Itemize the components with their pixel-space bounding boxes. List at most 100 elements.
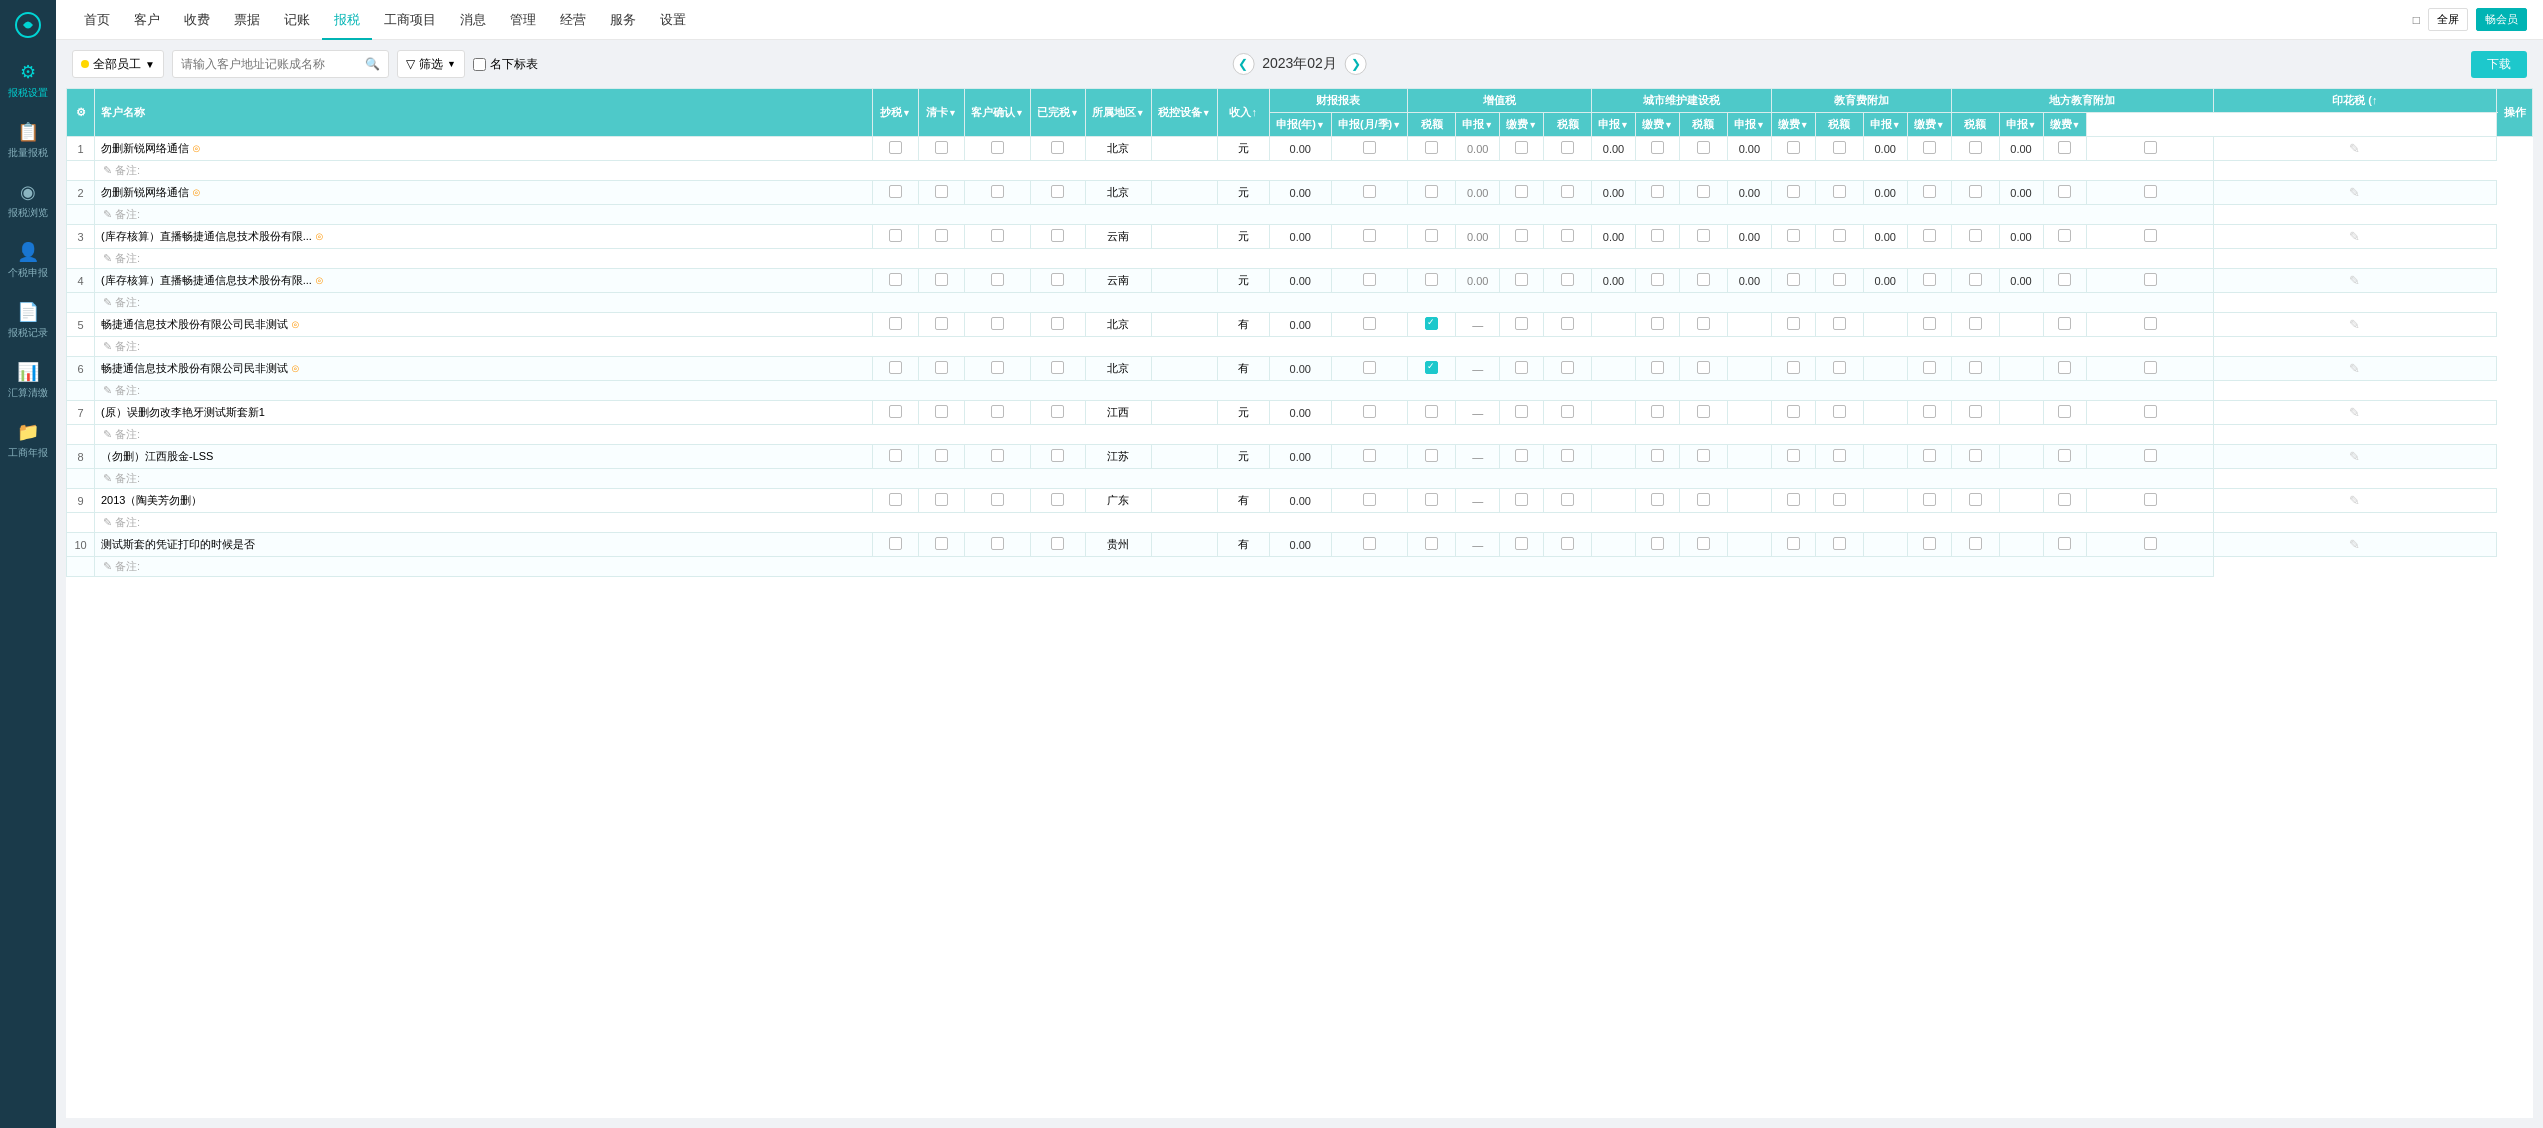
checkbox[interactable] [1833, 493, 1846, 506]
checkbox[interactable] [1833, 185, 1846, 198]
checkbox[interactable] [1787, 317, 1800, 330]
checkbox[interactable] [1969, 273, 1982, 286]
checkbox[interactable] [1697, 273, 1710, 286]
checkbox[interactable] [1363, 229, 1376, 242]
nav-invoice[interactable]: 票据 [222, 0, 272, 40]
checkbox[interactable] [1363, 141, 1376, 154]
checkbox[interactable] [1651, 405, 1664, 418]
nav-home[interactable]: 首页 [72, 0, 122, 40]
checkbox[interactable] [935, 185, 948, 198]
named-list-label[interactable]: 名下标表 [473, 56, 538, 73]
edit-icon[interactable]: ✎ [2349, 405, 2360, 420]
checkbox[interactable] [1363, 537, 1376, 550]
nav-messages[interactable]: 消息 [448, 0, 498, 40]
checkbox[interactable] [1051, 449, 1064, 462]
checkbox[interactable] [2058, 361, 2071, 374]
sidebar-item-summary[interactable]: 📊 汇算清缴 [0, 350, 56, 410]
checkbox[interactable] [1787, 185, 1800, 198]
sidebar-item-batch-tax[interactable]: 📋 批量报税 [0, 110, 56, 170]
checkbox[interactable] [1651, 537, 1664, 550]
sidebar-item-tax-view[interactable]: ◉ 报税浏览 [0, 170, 56, 230]
checkbox[interactable] [1515, 273, 1528, 286]
checkbox[interactable] [935, 141, 948, 154]
checkbox[interactable] [1923, 185, 1936, 198]
checkbox[interactable] [1561, 361, 1574, 374]
checkbox[interactable] [991, 229, 1004, 242]
checkbox[interactable] [1561, 229, 1574, 242]
checkbox[interactable] [991, 141, 1004, 154]
checkbox[interactable] [1833, 273, 1846, 286]
nav-bookkeeping[interactable]: 记账 [272, 0, 322, 40]
checkbox[interactable] [1923, 449, 1936, 462]
checkbox[interactable] [889, 449, 902, 462]
checkbox[interactable] [1051, 317, 1064, 330]
checkbox[interactable] [1515, 449, 1528, 462]
checkbox[interactable] [1425, 405, 1438, 418]
checkbox[interactable] [1697, 141, 1710, 154]
checkbox[interactable] [1651, 317, 1664, 330]
nav-tax[interactable]: 报税 [322, 0, 372, 40]
nav-billing[interactable]: 收费 [172, 0, 222, 40]
checkbox[interactable] [1651, 449, 1664, 462]
checkbox[interactable] [2144, 449, 2157, 462]
checkbox[interactable] [1051, 185, 1064, 198]
checkbox[interactable] [889, 537, 902, 550]
checkbox[interactable] [889, 141, 902, 154]
checkbox[interactable] [1697, 449, 1710, 462]
checkbox[interactable] [1425, 361, 1438, 374]
checkbox[interactable] [2058, 273, 2071, 286]
download-btn[interactable]: 下载 [2471, 51, 2527, 78]
edit-icon[interactable]: ✎ [2349, 449, 2360, 464]
checkbox[interactable] [1787, 537, 1800, 550]
edit-icon[interactable]: ✎ [2349, 229, 2360, 244]
checkbox[interactable] [1923, 229, 1936, 242]
checkbox[interactable] [1561, 317, 1574, 330]
checkbox[interactable] [1561, 141, 1574, 154]
next-month-btn[interactable]: ❯ [1345, 53, 1367, 75]
checkbox[interactable] [1425, 449, 1438, 462]
checkbox[interactable] [1923, 317, 1936, 330]
nav-settings[interactable]: 设置 [648, 0, 698, 40]
checkbox[interactable] [1515, 493, 1528, 506]
search-input[interactable] [181, 57, 361, 71]
checkbox[interactable] [991, 361, 1004, 374]
checkbox[interactable] [2144, 185, 2157, 198]
checkbox[interactable] [1051, 141, 1064, 154]
filter-button[interactable]: ▽ 筛选 ▼ [397, 50, 465, 78]
checkbox[interactable] [1515, 229, 1528, 242]
checkbox[interactable] [1833, 317, 1846, 330]
checkbox[interactable] [2058, 493, 2071, 506]
checkbox[interactable] [1969, 537, 1982, 550]
checkbox[interactable] [935, 493, 948, 506]
checkbox[interactable] [2144, 405, 2157, 418]
checkbox[interactable] [2144, 229, 2157, 242]
checkbox[interactable] [1363, 493, 1376, 506]
checkbox[interactable] [1425, 493, 1438, 506]
checkbox[interactable] [1651, 273, 1664, 286]
edit-icon[interactable]: ✎ [2349, 273, 2360, 288]
sidebar-item-tax-records[interactable]: 📄 报税记录 [0, 290, 56, 350]
checkbox[interactable] [1697, 229, 1710, 242]
checkbox[interactable] [1363, 405, 1376, 418]
checkbox[interactable] [935, 273, 948, 286]
checkbox[interactable] [1969, 405, 1982, 418]
prev-month-btn[interactable]: ❮ [1232, 53, 1254, 75]
edit-icon[interactable]: ✎ [2349, 185, 2360, 200]
checkbox[interactable] [991, 493, 1004, 506]
checkbox[interactable] [2058, 317, 2071, 330]
checkbox[interactable] [1515, 361, 1528, 374]
checkbox[interactable] [1561, 273, 1574, 286]
checkbox[interactable] [889, 405, 902, 418]
checkbox[interactable] [2144, 317, 2157, 330]
checkbox[interactable] [991, 273, 1004, 286]
checkbox[interactable] [1787, 493, 1800, 506]
checkbox[interactable] [1561, 405, 1574, 418]
checkbox[interactable] [1561, 449, 1574, 462]
checkbox[interactable] [1425, 229, 1438, 242]
nav-operations[interactable]: 经营 [548, 0, 598, 40]
checkbox[interactable] [889, 185, 902, 198]
checkbox[interactable] [1787, 273, 1800, 286]
sidebar-item-personal-tax[interactable]: 👤 个税申报 [0, 230, 56, 290]
nav-management[interactable]: 管理 [498, 0, 548, 40]
checkbox[interactable] [1515, 405, 1528, 418]
